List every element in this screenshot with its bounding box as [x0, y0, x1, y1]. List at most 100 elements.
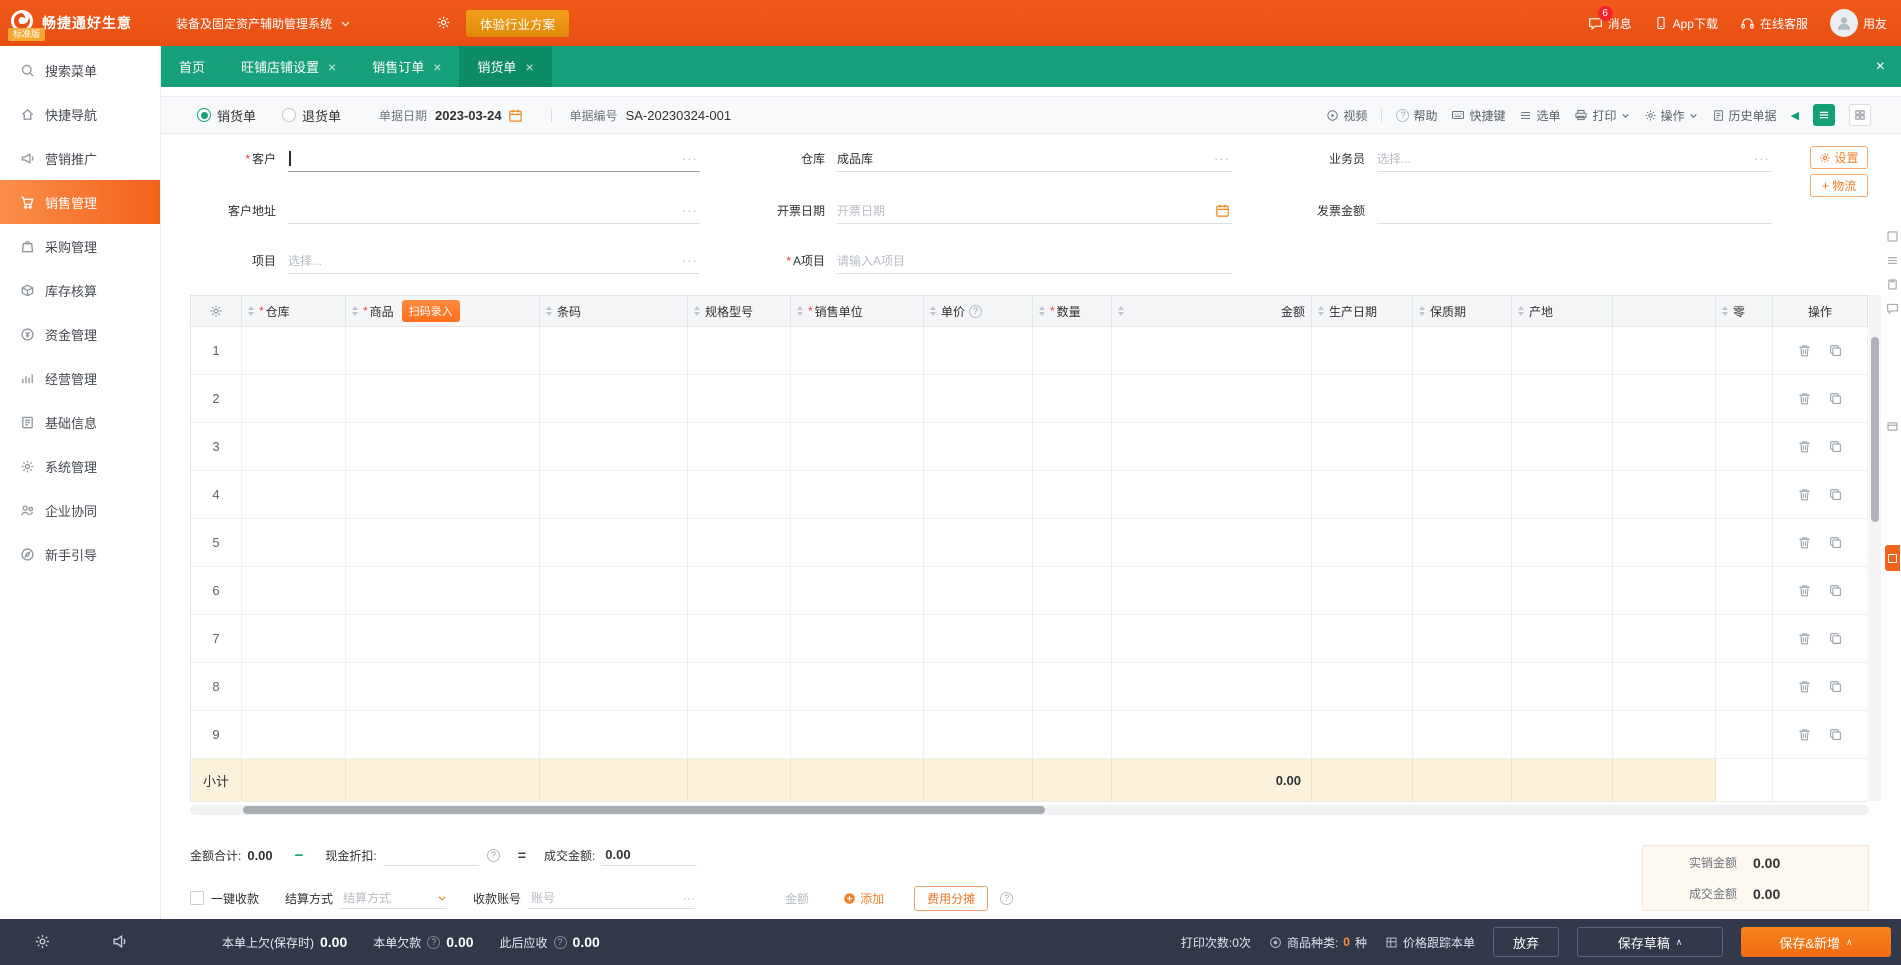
- sidebar-item-collaboration[interactable]: 企业协同: [0, 488, 160, 532]
- grid-cell[interactable]: [924, 327, 1033, 375]
- panel-doc2-icon[interactable]: [1886, 420, 1899, 433]
- grid-cell[interactable]: [1312, 663, 1413, 711]
- grid-cell[interactable]: [1413, 615, 1512, 663]
- grid-cell[interactable]: [1413, 567, 1512, 615]
- grid-cell[interactable]: [346, 471, 540, 519]
- hotkeys-button[interactable]: 快捷键: [1451, 107, 1505, 124]
- tab-home[interactable]: 首页: [161, 46, 223, 87]
- grid-cell[interactable]: [688, 711, 791, 759]
- grid-cell[interactable]: [1312, 519, 1413, 567]
- grid-cell[interactable]: [1716, 615, 1773, 663]
- sidebar-item-quick-nav[interactable]: 快捷导航: [0, 92, 160, 136]
- col-sales-unit[interactable]: * 销售单位: [791, 296, 924, 327]
- tab-sales-order[interactable]: 销售订单 ×: [354, 46, 459, 87]
- sidebar-item-inventory[interactable]: 库存核算: [0, 268, 160, 312]
- grid-cell[interactable]: [1112, 375, 1312, 423]
- sidebar-item-funds[interactable]: 资金管理: [0, 312, 160, 356]
- grid-cell[interactable]: [688, 471, 791, 519]
- sidebar-item-search-menu[interactable]: 搜索菜单: [0, 48, 160, 92]
- history-docs-button[interactable]: 历史单据: [1712, 107, 1777, 124]
- view-list-toggle[interactable]: [1813, 104, 1835, 126]
- grid-cell[interactable]: [1413, 327, 1512, 375]
- close-all-tabs-icon[interactable]: ×: [1876, 46, 1885, 87]
- sort-icon[interactable]: [1318, 306, 1324, 316]
- ellipsis-picker-icon[interactable]: ···: [1754, 151, 1770, 166]
- grid-cell[interactable]: [924, 615, 1033, 663]
- grid-cell[interactable]: [1716, 567, 1773, 615]
- grid-cell[interactable]: [1512, 375, 1613, 423]
- tab-sales-invoice[interactable]: 销货单 ×: [459, 46, 552, 87]
- expense-share-button[interactable]: 费用分摊: [914, 885, 989, 911]
- save-and-new-button[interactable]: 保存&新增 ∧: [1741, 927, 1891, 957]
- ellipsis-picker-icon[interactable]: ···: [1214, 151, 1230, 166]
- grid-cell[interactable]: [540, 423, 688, 471]
- grid-cell[interactable]: [242, 471, 346, 519]
- sort-icon[interactable]: [1039, 306, 1045, 316]
- messages-button[interactable]: 6 消息: [1588, 5, 1632, 32]
- video-button[interactable]: 视频: [1326, 107, 1367, 124]
- grid-cell[interactable]: [1112, 663, 1312, 711]
- grid-cell[interactable]: [1112, 471, 1312, 519]
- grid-cell[interactable]: [242, 519, 346, 567]
- radio-return-invoice[interactable]: [282, 108, 297, 122]
- trash-icon[interactable]: [1797, 727, 1812, 742]
- horizontal-scrollbar[interactable]: [190, 805, 1869, 815]
- grid-cell[interactable]: [924, 567, 1033, 615]
- grid-cell[interactable]: [1312, 423, 1413, 471]
- settings-button[interactable]: 设置: [1810, 146, 1868, 169]
- sidebar-item-marketing[interactable]: 营销推广: [0, 136, 160, 180]
- grid-cell[interactable]: [346, 519, 540, 567]
- grid-cell[interactable]: [1312, 567, 1413, 615]
- sort-icon[interactable]: [546, 306, 552, 316]
- sort-icon[interactable]: [248, 306, 254, 316]
- grid-cell[interactable]: [1512, 711, 1613, 759]
- sort-icon[interactable]: [1419, 306, 1425, 316]
- trash-icon[interactable]: [1797, 487, 1812, 502]
- grid-cell[interactable]: [540, 663, 688, 711]
- grid-cell[interactable]: [791, 519, 924, 567]
- grid-cell[interactable]: [346, 711, 540, 759]
- save-draft-button[interactable]: 保存草稿 ∧: [1577, 927, 1723, 957]
- trash-icon[interactable]: [1797, 583, 1812, 598]
- grid-cell[interactable]: [346, 327, 540, 375]
- speaker-icon[interactable]: [112, 933, 129, 950]
- gear-icon[interactable]: [34, 933, 51, 950]
- operations-button[interactable]: 操作: [1644, 107, 1698, 124]
- sort-icon[interactable]: [694, 306, 700, 316]
- tab-close-icon[interactable]: ×: [525, 59, 533, 75]
- grid-cell[interactable]: [1413, 471, 1512, 519]
- grid-cell[interactable]: [1716, 663, 1773, 711]
- grid-cell[interactable]: [688, 423, 791, 471]
- grid-cell[interactable]: [1716, 423, 1773, 471]
- trash-icon[interactable]: [1797, 391, 1812, 406]
- grid-cell[interactable]: [1033, 375, 1112, 423]
- grid-cell[interactable]: [791, 423, 924, 471]
- grid-cell[interactable]: [1033, 519, 1112, 567]
- grid-cell[interactable]: [346, 567, 540, 615]
- receipt-account-input[interactable]: 账号 ···: [527, 887, 696, 909]
- grid-cell[interactable]: [1312, 615, 1413, 663]
- calendar-icon[interactable]: [508, 108, 523, 123]
- app-download-button[interactable]: App下载: [1654, 15, 1718, 32]
- grid-cell[interactable]: [540, 375, 688, 423]
- a-project-input[interactable]: 请输入A项目: [837, 247, 1232, 274]
- sidebar-item-system[interactable]: 系统管理: [0, 444, 160, 488]
- tab-close-icon[interactable]: ×: [433, 59, 441, 75]
- address-input[interactable]: ···: [288, 197, 700, 224]
- grid-cell[interactable]: [1033, 615, 1112, 663]
- grid-cell[interactable]: [242, 327, 346, 375]
- grid-cell[interactable]: [1033, 327, 1112, 375]
- grid-cell[interactable]: [1716, 519, 1773, 567]
- panel-active-tab[interactable]: [1885, 545, 1900, 571]
- copy-icon[interactable]: [1828, 631, 1843, 646]
- col-warehouse[interactable]: * 仓库: [242, 296, 346, 327]
- grid-cell[interactable]: [540, 519, 688, 567]
- col-product[interactable]: * 商品 扫码录入: [346, 296, 540, 327]
- grid-cell[interactable]: [924, 663, 1033, 711]
- grid-cell[interactable]: [1413, 711, 1512, 759]
- price-track-button[interactable]: 价格跟踪本单: [1385, 934, 1475, 951]
- ellipsis-picker-icon[interactable]: ···: [682, 151, 698, 166]
- grid-cell[interactable]: [1613, 423, 1716, 471]
- col-production-date[interactable]: 生产日期: [1312, 296, 1413, 327]
- deal-amount-input[interactable]: 0.00: [601, 844, 698, 866]
